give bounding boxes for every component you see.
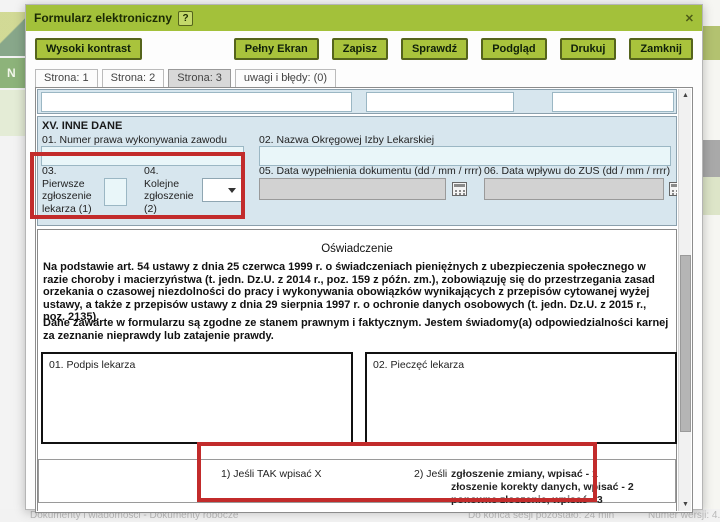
form-content-panel: XV. INNE DANE 01. Numer prawa wykonywani…	[35, 87, 693, 513]
background-nav-fragment: N	[0, 58, 26, 88]
tab-errors[interactable]: uwagi i błędy: (0)	[235, 69, 336, 87]
background-pale-block	[703, 177, 720, 215]
tab-page-1[interactable]: Strona: 1	[35, 69, 98, 87]
field02-label: 02. Nazwa Okręgowej Izby Lekarskiej	[259, 134, 434, 146]
field01-label: 01. Numer prawa wykonywania zawodu	[42, 134, 227, 146]
field05-input	[259, 178, 446, 200]
footnote-2-options: zgłoszenie zmiany, wpisać - 1 złoszenie …	[451, 468, 634, 507]
field04-select[interactable]	[202, 178, 242, 202]
calendar-icon[interactable]	[452, 182, 467, 196]
text-input[interactable]	[41, 92, 352, 112]
zus-logo-fragment	[0, 12, 26, 56]
scroll-down-icon[interactable]	[679, 498, 692, 511]
field05-label: 05. Data wypełnienia dokumentu (dd / mm …	[259, 165, 482, 177]
form-dialog: Formularz elektroniczny ? ✕ Wysoki kontr…	[25, 4, 703, 510]
section-xv-inne-dane: XV. INNE DANE 01. Numer prawa wykonywani…	[37, 116, 677, 226]
section-fragment-top	[37, 89, 677, 114]
statement-title: Oświadczenie	[38, 243, 676, 255]
background-page-right	[703, 0, 720, 522]
save-button[interactable]: Zapisz	[332, 38, 388, 60]
background-gray-block	[703, 140, 720, 177]
calendar-icon[interactable]	[669, 182, 677, 196]
field01-input[interactable]	[41, 146, 244, 166]
field03-label: 03. Pierwsze zgłoszenie lekarza (1)	[42, 165, 92, 215]
preview-button[interactable]: Podgląd	[481, 38, 546, 60]
page-tabs: Strona: 1 Strona: 2 Strona: 3 uwagi i bł…	[35, 69, 693, 87]
signature-box-label: 01. Podpis lekarza	[49, 359, 135, 371]
signature-box: 01. Podpis lekarza	[41, 352, 353, 444]
tab-page-2[interactable]: Strona: 2	[102, 69, 165, 87]
tab-page-3[interactable]: Strona: 3	[168, 69, 231, 87]
field04-label: 04. Kolejne zgłoszenie (2)	[144, 165, 194, 215]
footnote-2-prefix: 2) Jeśli	[414, 468, 447, 480]
high-contrast-button[interactable]: Wysoki kontrast	[35, 38, 142, 60]
statement-paragraph-1: Na podstawie art. 54 ustawy z dnia 25 cz…	[43, 261, 669, 324]
print-button[interactable]: Drukuj	[560, 38, 617, 60]
text-input[interactable]	[552, 92, 674, 112]
close-icon[interactable]: ✕	[685, 12, 694, 25]
footnote-1: 1) Jeśli TAK wpisać X	[221, 468, 322, 480]
background-green-bar	[703, 26, 720, 60]
background-panel-fragment	[0, 90, 26, 136]
close-button[interactable]: Zamknij	[629, 38, 693, 60]
text-input[interactable]	[366, 92, 514, 112]
section-oswiadczenie: Oświadczenie Na podstawie art. 54 ustawy…	[37, 229, 677, 511]
stamp-box: 02. Pieczęć lekarza	[365, 352, 677, 444]
field02-input[interactable]	[259, 146, 671, 166]
help-icon[interactable]: ?	[178, 11, 193, 26]
stamp-box-label: 02. Pieczęć lekarza	[373, 359, 464, 371]
scroll-up-icon[interactable]	[679, 89, 692, 102]
dialog-title: Formularz elektroniczny	[34, 11, 172, 25]
form-scroll-area: XV. INNE DANE 01. Numer prawa wykonywani…	[37, 89, 677, 511]
scrollbar-thumb[interactable]	[680, 255, 691, 432]
statement-paragraph-2: Dane zawarte w formularzu są zgodne ze s…	[43, 317, 669, 342]
field06-input	[484, 178, 664, 200]
vertical-scrollbar[interactable]	[678, 89, 691, 511]
field06-label: 06. Data wpływu do ZUS (dd / mm / rrrr)	[484, 165, 670, 177]
check-button[interactable]: Sprawdź	[401, 38, 468, 60]
field03-input[interactable]	[104, 178, 127, 206]
fullscreen-button[interactable]: Pełny Ekran	[234, 38, 319, 60]
section-title: XV. INNE DANE	[42, 120, 122, 132]
dialog-titlebar: Formularz elektroniczny ? ✕	[26, 5, 702, 31]
background-page-left: N	[0, 0, 26, 522]
footnotes-box: 1) Jeśli TAK wpisać X 2) Jeśli zgłoszeni…	[38, 459, 676, 503]
toolbar: Wysoki kontrast Pełny Ekran Zapisz Spraw…	[35, 38, 693, 60]
